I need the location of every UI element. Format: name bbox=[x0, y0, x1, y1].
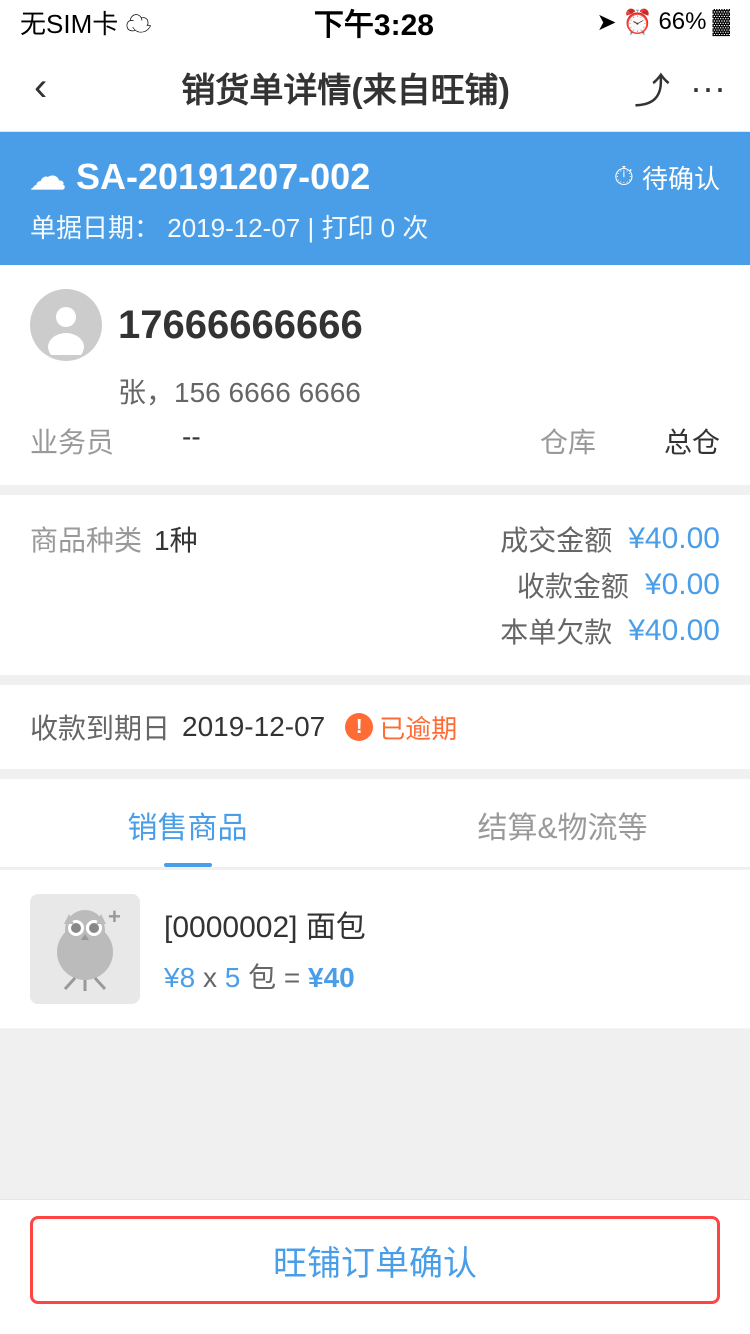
more-icon[interactable]: ··· bbox=[690, 67, 726, 109]
avatar bbox=[30, 289, 102, 361]
order-date-row: 单据日期： 2019-12-07 | 打印 0 次 bbox=[30, 208, 720, 245]
summary-row: 商品种类 1种 成交金额 ¥40.00 收款金额 ¥0.00 本单欠款 ¥40.… bbox=[30, 519, 720, 651]
product-type-area: 商品种类 1种 bbox=[30, 519, 198, 559]
paid-amount-value: ¥0.00 bbox=[645, 568, 720, 602]
total-price: ¥40 bbox=[308, 962, 355, 993]
date-label: 单据日期： bbox=[30, 213, 160, 243]
overdue-badge: ! 已逾期 bbox=[345, 709, 457, 746]
nav-bar: ‹ 销货单详情(来自旺铺) ⤴ ··· bbox=[0, 44, 750, 132]
customer-phone: 17666666666 bbox=[118, 303, 363, 348]
order-header: ☁ SA-20191207-002 ⏱ 待确认 单据日期： 2019-12-07… bbox=[0, 132, 750, 265]
no-sim-label: 无SIM卡 ☁ bbox=[20, 4, 151, 41]
deal-amount-value: ¥40.00 bbox=[628, 522, 720, 556]
order-id: ☁ SA-20191207-002 bbox=[30, 156, 370, 198]
share-icon[interactable]: ⤴ bbox=[634, 62, 670, 114]
battery-label: 66% bbox=[658, 8, 706, 36]
status-label: 待确认 bbox=[642, 159, 720, 196]
order-id-row: ☁ SA-20191207-002 ⏱ 待确认 bbox=[30, 156, 720, 198]
confirm-order-button[interactable]: 旺铺订单确认 bbox=[30, 1216, 720, 1304]
due-date-label: 收款到期日 bbox=[30, 707, 170, 747]
back-button[interactable]: ‹ bbox=[24, 55, 57, 120]
paid-amount-row: 收款金额 ¥0.00 bbox=[517, 565, 720, 605]
tabs-bar: 销售商品 结算&物流等 bbox=[0, 779, 750, 868]
deal-amount-row: 成交金额 ¥40.00 bbox=[500, 519, 720, 559]
alarm-icon: ⏰ bbox=[623, 8, 653, 37]
customer-card: 17666666666 张，156 6666 6666 业务员 -- 仓库 总仓 bbox=[0, 265, 750, 495]
unit-price: ¥8 bbox=[164, 962, 195, 993]
overdue-icon: ! bbox=[345, 713, 373, 741]
owe-amount-value: ¥40.00 bbox=[628, 614, 720, 648]
avatar-icon bbox=[36, 295, 96, 355]
salesman-label: 业务员 bbox=[30, 421, 114, 461]
customer-top: 17666666666 bbox=[30, 289, 720, 361]
product-title: 面包 bbox=[306, 911, 366, 944]
salesman-value: -- bbox=[182, 421, 201, 461]
print-info: | 打印 0 次 bbox=[307, 213, 428, 243]
customer-sub: 张，156 6666 6666 bbox=[118, 371, 720, 411]
product-code: [0000002] bbox=[164, 911, 297, 944]
status-left: 无SIM卡 ☁ bbox=[20, 4, 151, 41]
paid-amount-label: 收款金额 bbox=[517, 565, 629, 605]
unit-label: 包 bbox=[248, 962, 276, 993]
owe-amount-label: 本单欠款 bbox=[500, 611, 612, 651]
svg-text:+: + bbox=[108, 904, 121, 929]
warehouse-value: 总仓 bbox=[664, 421, 720, 461]
product-name: [0000002] 面包 bbox=[164, 902, 720, 946]
product-list: + [0000002] 面包 ¥8 x 5 包 = ¥40 bbox=[0, 870, 750, 1029]
page-title: 销货单详情(来自旺铺) bbox=[181, 63, 510, 112]
status-clock-icon: ⏱ bbox=[614, 161, 634, 193]
customer-info-row: 业务员 -- 仓库 总仓 bbox=[30, 421, 720, 461]
warehouse-label: 仓库 bbox=[540, 421, 596, 461]
multiply-sign: x bbox=[203, 962, 225, 993]
status-bar: 无SIM卡 ☁ 下午3:28 ➤ ⏰ 66% ▓ bbox=[0, 0, 750, 44]
overdue-text: 已逾期 bbox=[379, 709, 457, 746]
product-type-label: 商品种类 bbox=[30, 519, 142, 559]
battery-icon: ▓ bbox=[712, 8, 730, 36]
summary-card: 商品种类 1种 成交金额 ¥40.00 收款金额 ¥0.00 本单欠款 ¥40.… bbox=[0, 495, 750, 685]
product-thumbnail: + bbox=[30, 894, 140, 1004]
order-id-icon: ☁ bbox=[30, 156, 66, 198]
product-image: + bbox=[30, 894, 140, 1004]
bottom-bar: 旺铺订单确认 bbox=[0, 1199, 750, 1334]
product-details: [0000002] 面包 ¥8 x 5 包 = ¥40 bbox=[164, 902, 720, 996]
status-time: 下午3:28 bbox=[314, 0, 434, 44]
nav-actions: ⤴ ··· bbox=[634, 62, 726, 114]
owe-amount-row: 本单欠款 ¥40.00 bbox=[500, 611, 720, 651]
quantity: 5 bbox=[225, 962, 241, 993]
equals-sign: = bbox=[284, 962, 308, 993]
tab-settlement[interactable]: 结算&物流等 bbox=[375, 779, 750, 867]
tab-products[interactable]: 销售商品 bbox=[0, 779, 375, 867]
order-status: ⏱ 待确认 bbox=[614, 159, 720, 196]
amounts-area: 成交金额 ¥40.00 收款金额 ¥0.00 本单欠款 ¥40.00 bbox=[500, 519, 720, 651]
order-id-text: SA-20191207-002 bbox=[76, 156, 370, 198]
deal-amount-label: 成交金额 bbox=[500, 519, 612, 559]
location-icon: ➤ bbox=[596, 8, 616, 37]
product-price-row: ¥8 x 5 包 = ¥40 bbox=[164, 956, 720, 996]
due-date-card: 收款到期日 2019-12-07 ! 已逾期 bbox=[0, 685, 750, 779]
order-date: 2019-12-07 bbox=[167, 213, 300, 243]
table-row: + [0000002] 面包 ¥8 x 5 包 = ¥40 bbox=[0, 870, 750, 1029]
due-date-value: 2019-12-07 bbox=[182, 711, 325, 743]
status-right: ➤ ⏰ 66% ▓ bbox=[596, 8, 730, 37]
product-type-value: 1种 bbox=[154, 519, 198, 559]
